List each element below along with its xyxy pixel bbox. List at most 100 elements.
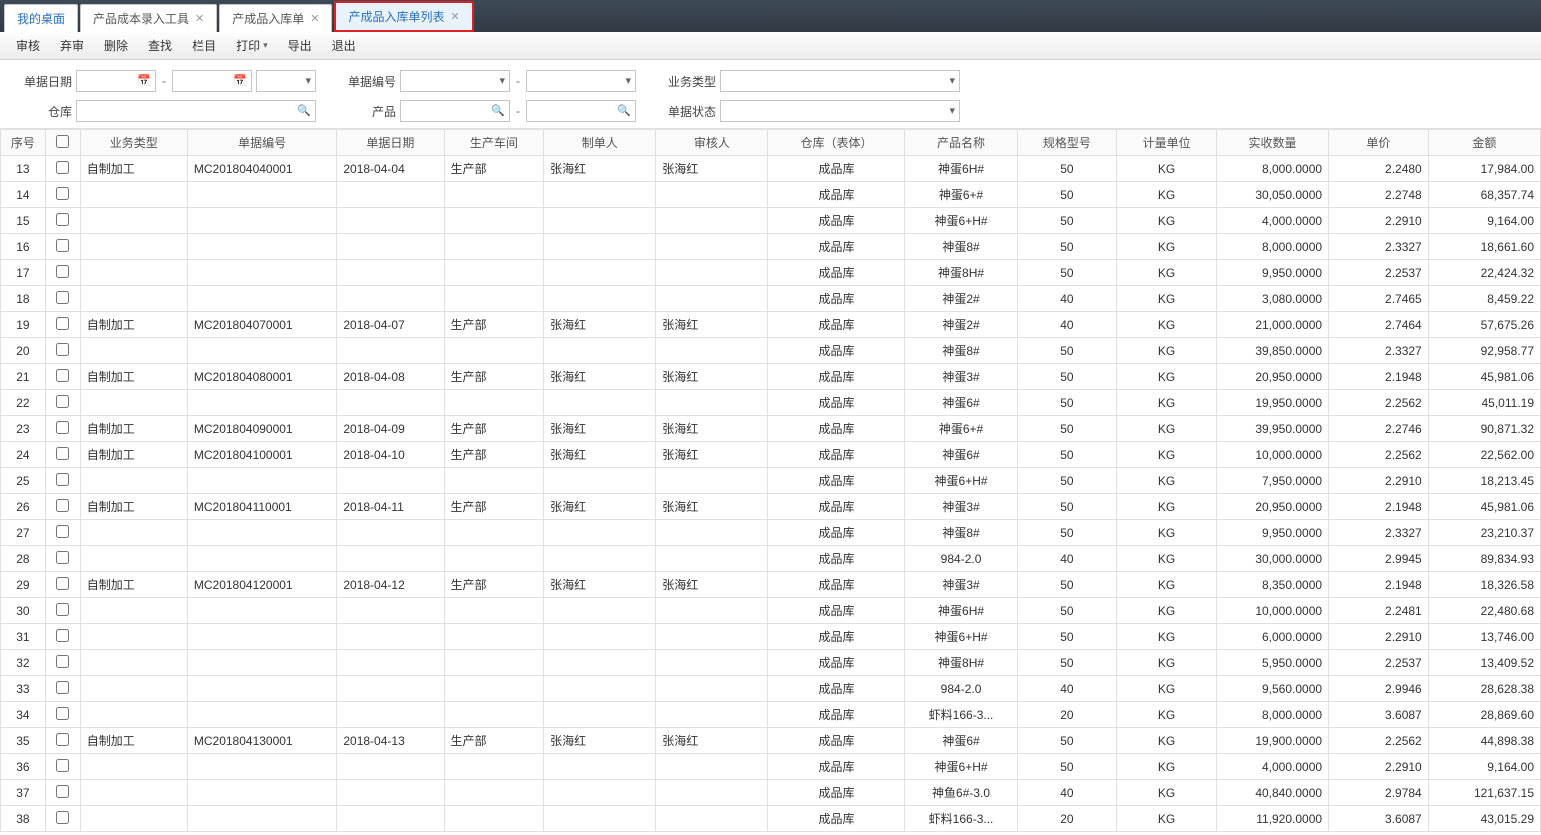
row-checkbox[interactable] xyxy=(56,577,69,590)
col-header-13[interactable]: 单价 xyxy=(1329,130,1429,156)
table-row[interactable]: 18成品库神蛋2#40KG3,080.00002.74658,459.22 xyxy=(1,286,1541,312)
toolbar-btn-7[interactable]: 退出 xyxy=(324,34,364,57)
table-row[interactable]: 26自制加工MC2018041100012018-04-11生产部张海红张海红成… xyxy=(1,494,1541,520)
cell-up: 2.1948 xyxy=(1329,364,1429,390)
filter-docno-to[interactable]: ▾ xyxy=(526,70,636,92)
col-header-1[interactable] xyxy=(45,130,80,156)
filter-date-from[interactable]: 📅 xyxy=(76,70,156,92)
col-header-0[interactable]: 序号 xyxy=(1,130,46,156)
toolbar-btn-6[interactable]: 导出 xyxy=(280,34,320,57)
tab-0[interactable]: 我的桌面 xyxy=(4,4,78,32)
table-row[interactable]: 31成品库神蛋6+H#50KG6,000.00002.291013,746.00 xyxy=(1,624,1541,650)
table-row[interactable]: 16成品库神蛋8#50KG8,000.00002.332718,661.60 xyxy=(1,234,1541,260)
row-checkbox[interactable] xyxy=(56,291,69,304)
filter-biztype[interactable]: ▾ xyxy=(720,70,960,92)
col-header-12[interactable]: 实收数量 xyxy=(1216,130,1328,156)
cell-biz: 自制加工 xyxy=(80,312,187,338)
row-checkbox[interactable] xyxy=(56,239,69,252)
table-row[interactable]: 21自制加工MC2018040800012018-04-08生产部张海红张海红成… xyxy=(1,364,1541,390)
row-checkbox[interactable] xyxy=(56,629,69,642)
table-row[interactable]: 25成品库神蛋6+H#50KG7,950.00002.291018,213.45 xyxy=(1,468,1541,494)
col-header-6[interactable]: 制单人 xyxy=(544,130,656,156)
row-checkbox[interactable] xyxy=(56,421,69,434)
row-checkbox[interactable] xyxy=(56,811,69,824)
toolbar-btn-4[interactable]: 栏目 xyxy=(184,34,224,57)
filter-product-from[interactable]: 🔍 xyxy=(400,100,510,122)
row-checkbox[interactable] xyxy=(56,681,69,694)
filter-date-to[interactable]: 📅 xyxy=(172,70,252,92)
toolbar-btn-2[interactable]: 删除 xyxy=(96,34,136,57)
table-row[interactable]: 20成品库神蛋8#50KG39,850.00002.332792,958.77 xyxy=(1,338,1541,364)
row-checkbox[interactable] xyxy=(56,655,69,668)
col-header-7[interactable]: 审核人 xyxy=(656,130,768,156)
filter-product-to[interactable]: 🔍 xyxy=(526,100,636,122)
col-header-10[interactable]: 规格型号 xyxy=(1017,130,1117,156)
tab-3[interactable]: 产成品入库单列表✕ xyxy=(334,1,473,32)
row-checkbox[interactable] xyxy=(56,551,69,564)
row-checkbox[interactable] xyxy=(56,473,69,486)
row-checkbox[interactable] xyxy=(56,187,69,200)
cell-seq: 23 xyxy=(1,416,46,442)
table-row[interactable]: 34成品库虾料166-3...20KG8,000.00003.608728,86… xyxy=(1,702,1541,728)
table-row[interactable]: 22成品库神蛋6#50KG19,950.00002.256245,011.19 xyxy=(1,390,1541,416)
row-checkbox[interactable] xyxy=(56,707,69,720)
table-row[interactable]: 13自制加工MC2018040400012018-04-04生产部张海红张海红成… xyxy=(1,156,1541,182)
table-row[interactable]: 24自制加工MC2018041000012018-04-10生产部张海红张海红成… xyxy=(1,442,1541,468)
col-header-2[interactable]: 业务类型 xyxy=(80,130,187,156)
table-row[interactable]: 28成品库984-2.040KG30,000.00002.994589,834.… xyxy=(1,546,1541,572)
filter-docno-from[interactable]: ▾ xyxy=(400,70,510,92)
row-checkbox[interactable] xyxy=(56,499,69,512)
table-row[interactable]: 17成品库神蛋8H#50KG9,950.00002.253722,424.32 xyxy=(1,260,1541,286)
table-row[interactable]: 19自制加工MC2018040700012018-04-07生产部张海红张海红成… xyxy=(1,312,1541,338)
toolbar-btn-1[interactable]: 弃审 xyxy=(52,34,92,57)
table-row[interactable]: 23自制加工MC2018040900012018-04-09生产部张海红张海红成… xyxy=(1,416,1541,442)
row-checkbox[interactable] xyxy=(56,785,69,798)
select-all-checkbox[interactable] xyxy=(56,135,69,148)
row-checkbox[interactable] xyxy=(56,395,69,408)
toolbar-btn-3[interactable]: 查找 xyxy=(140,34,180,57)
row-checkbox[interactable] xyxy=(56,525,69,538)
row-checkbox[interactable] xyxy=(56,447,69,460)
data-grid[interactable]: 序号 业务类型单据编号单据日期生产车间制单人审核人仓库（表体）产品名称规格型号计量… xyxy=(0,129,1541,835)
col-header-5[interactable]: 生产车间 xyxy=(444,130,544,156)
close-icon[interactable]: ✕ xyxy=(451,10,460,23)
cell-un: KG xyxy=(1117,156,1217,182)
row-checkbox[interactable] xyxy=(56,213,69,226)
col-header-3[interactable]: 单据编号 xyxy=(187,130,337,156)
filter-warehouse[interactable]: 🔍 xyxy=(76,100,316,122)
close-icon[interactable]: ✕ xyxy=(195,12,204,25)
toolbar-btn-0[interactable]: 审核 xyxy=(8,34,48,57)
col-header-9[interactable]: 产品名称 xyxy=(905,130,1017,156)
table-row[interactable]: 36成品库神蛋6+H#50KG4,000.00002.29109,164.00 xyxy=(1,754,1541,780)
close-icon[interactable]: ✕ xyxy=(310,12,319,25)
col-header-11[interactable]: 计量单位 xyxy=(1117,130,1217,156)
filter-date-preset[interactable]: ▾ xyxy=(256,70,316,92)
cell-seq: 30 xyxy=(1,598,46,624)
row-checkbox[interactable] xyxy=(56,317,69,330)
filter-status[interactable]: ▾ xyxy=(720,100,960,122)
toolbar-btn-5[interactable]: 打印▾ xyxy=(228,34,276,57)
table-row[interactable]: 29自制加工MC2018041200012018-04-12生产部张海红张海红成… xyxy=(1,572,1541,598)
row-checkbox[interactable] xyxy=(56,265,69,278)
row-checkbox[interactable] xyxy=(56,343,69,356)
tab-1[interactable]: 产品成本录入工具✕ xyxy=(80,4,217,32)
row-checkbox[interactable] xyxy=(56,603,69,616)
table-row[interactable]: 27成品库神蛋8#50KG9,950.00002.332723,210.37 xyxy=(1,520,1541,546)
table-row[interactable]: 38成品库虾料166-3...20KG11,920.00003.608743,0… xyxy=(1,806,1541,832)
row-checkbox[interactable] xyxy=(56,759,69,772)
table-row[interactable]: 37成品库神鱼6#-3.040KG40,840.00002.9784121,63… xyxy=(1,780,1541,806)
table-row[interactable]: 15成品库神蛋6+H#50KG4,000.00002.29109,164.00 xyxy=(1,208,1541,234)
col-header-8[interactable]: 仓库（表体） xyxy=(768,130,905,156)
table-row[interactable]: 14成品库神蛋6+#50KG30,050.00002.274868,357.74 xyxy=(1,182,1541,208)
col-header-4[interactable]: 单据日期 xyxy=(337,130,444,156)
row-checkbox[interactable] xyxy=(56,369,69,382)
table-row[interactable]: 32成品库神蛋8H#50KG5,950.00002.253713,409.52 xyxy=(1,650,1541,676)
tab-2[interactable]: 产成品入库单✕ xyxy=(219,4,332,32)
table-row[interactable]: 30成品库神蛋6H#50KG10,000.00002.248122,480.68 xyxy=(1,598,1541,624)
row-checkbox[interactable] xyxy=(56,161,69,174)
col-header-14[interactable]: 金额 xyxy=(1428,130,1540,156)
table-row[interactable]: 33成品库984-2.040KG9,560.00002.994628,628.3… xyxy=(1,676,1541,702)
table-row[interactable]: 35自制加工MC2018041300012018-04-13生产部张海红张海红成… xyxy=(1,728,1541,754)
cell-ws: 生产部 xyxy=(444,494,544,520)
row-checkbox[interactable] xyxy=(56,733,69,746)
